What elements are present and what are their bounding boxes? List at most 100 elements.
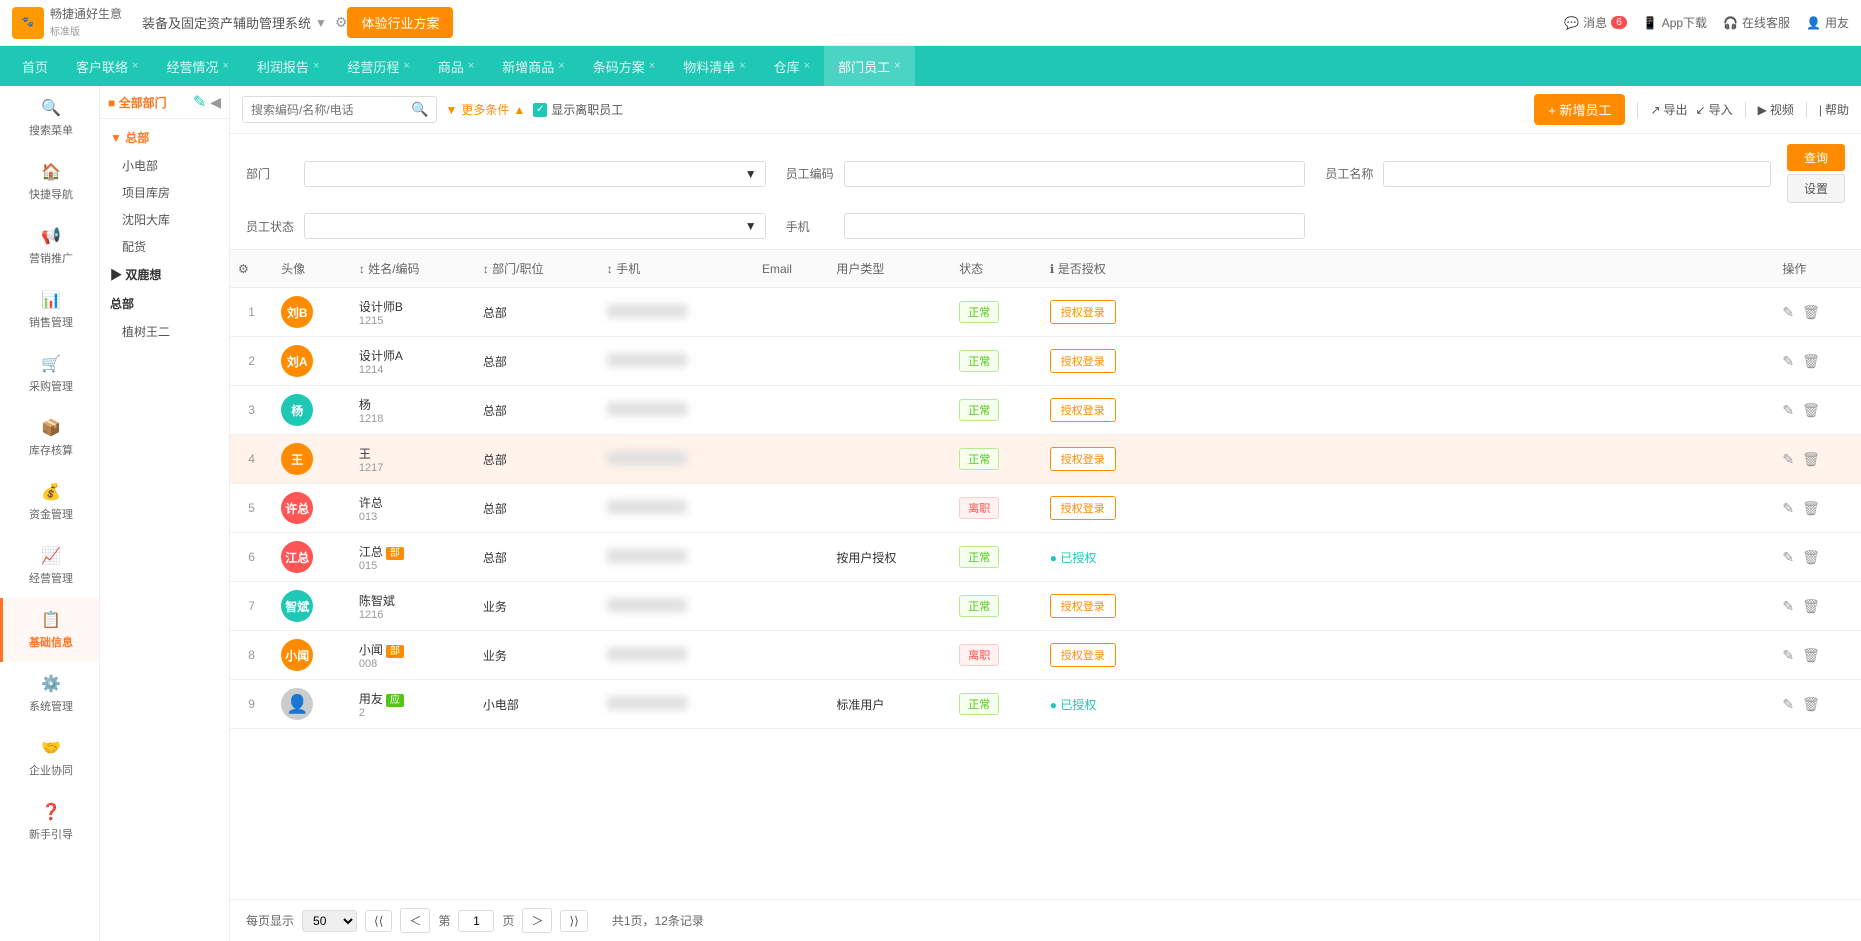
page-number-input[interactable] (458, 910, 494, 932)
edit-icon[interactable]: ✎ (193, 92, 206, 112)
delete-icon[interactable]: 🗑 (1802, 353, 1820, 370)
dept-item-shenyang[interactable]: 沈阳大库 (100, 206, 229, 233)
next-page-button[interactable]: ＞ (522, 908, 552, 933)
dropdown-icon[interactable]: ▼ (315, 16, 327, 30)
app-download-button[interactable]: 📱 App下载 (1643, 14, 1707, 31)
dept-item-zhushuwangsan[interactable]: 植树王二 (100, 318, 229, 345)
tab-goods[interactable]: 商品 × (424, 46, 488, 86)
edit-icon[interactable]: ✎ (1782, 353, 1794, 370)
delete-icon[interactable]: 🗑 (1802, 647, 1820, 664)
close-icon[interactable]: × (649, 60, 655, 72)
tab-employees[interactable]: 部门员工 × (824, 46, 914, 86)
delete-icon[interactable]: 🗑 (1802, 402, 1820, 419)
import-button[interactable]: ↙ 导入 (1696, 101, 1733, 118)
delete-icon[interactable]: 🗑 (1802, 549, 1820, 566)
dept-filter-select[interactable]: ▼ (304, 161, 766, 187)
edit-icon[interactable]: ✎ (1782, 696, 1794, 713)
empstatus-filter-select[interactable]: ▼ (304, 213, 766, 239)
dept-item-xmukufang[interactable]: 项目库房 (100, 179, 229, 206)
nav-operations[interactable]: 📈 经营管理 (0, 534, 99, 598)
empcode-filter-input[interactable] (844, 161, 1306, 187)
close-icon[interactable]: × (403, 60, 409, 72)
query-button[interactable]: 查询 (1787, 144, 1845, 171)
nav-search[interactable]: 🔍 搜索菜单 (0, 86, 99, 150)
nav-marketing[interactable]: 📢 营销推广 (0, 214, 99, 278)
help-button[interactable]: | 帮助 (1819, 101, 1849, 118)
auth-login-button[interactable]: 授权登录 (1050, 643, 1116, 667)
dept-item-headquarters-top[interactable]: ▼ 总部 (100, 123, 229, 152)
delete-icon[interactable]: 🗑 (1802, 500, 1820, 517)
close-icon[interactable]: × (222, 60, 228, 72)
nav-sales[interactable]: 📊 销售管理 (0, 278, 99, 342)
close-icon[interactable]: × (894, 60, 900, 72)
tab-home[interactable]: 首页 (8, 46, 62, 86)
edit-icon[interactable]: ✎ (1782, 598, 1794, 615)
nav-shortcuts[interactable]: 🏠 快捷导航 (0, 150, 99, 214)
nav-basics[interactable]: 📋 基础信息 (0, 598, 99, 662)
nav-purchase[interactable]: 🛒 采购管理 (0, 342, 99, 406)
phone-filter-input[interactable] (844, 213, 1306, 239)
close-icon[interactable]: × (804, 60, 810, 72)
delete-icon[interactable]: 🗑 (1802, 598, 1820, 615)
empname-filter-input[interactable] (1383, 161, 1771, 187)
close-icon[interactable]: × (313, 60, 319, 72)
close-icon[interactable]: × (468, 60, 474, 72)
tab-customer[interactable]: 客户联络 × (62, 46, 152, 86)
close-icon[interactable]: × (739, 60, 745, 72)
dept-item-headquarters[interactable]: 总部 (100, 289, 229, 318)
edit-icon[interactable]: ✎ (1782, 402, 1794, 419)
export-button[interactable]: ↗ 导出 (1650, 101, 1687, 118)
tab-barcode[interactable]: 条码方案 × (579, 46, 669, 86)
delete-icon[interactable]: 🗑 (1802, 696, 1820, 713)
show-resigned-toggle[interactable]: ✓ 显示离职员工 (533, 101, 623, 118)
edit-icon[interactable]: ✎ (1782, 549, 1794, 566)
tab-add-goods[interactable]: 新增商品 × (488, 46, 578, 86)
auth-login-button[interactable]: 授权登录 (1050, 447, 1116, 471)
edit-icon[interactable]: ✎ (1782, 451, 1794, 468)
prev-page-button[interactable]: ＜ (400, 908, 430, 933)
collapse-icon[interactable]: ◀ (210, 94, 221, 111)
auth-login-button[interactable]: 授权登录 (1050, 300, 1116, 324)
close-icon[interactable]: × (132, 60, 138, 72)
delete-icon[interactable]: 🗑 (1802, 304, 1820, 321)
total-records-label: 共1页，12条记录 (612, 912, 704, 929)
online-service-button[interactable]: 🎧 在线客服 (1723, 14, 1790, 31)
reset-button[interactable]: 设置 (1787, 174, 1845, 203)
dept-item-xiaodibu[interactable]: 小电部 (100, 152, 229, 179)
tab-profit[interactable]: 利润报告 × (243, 46, 333, 86)
view-button[interactable]: ▶ 视频 (1758, 101, 1794, 118)
more-filter-button[interactable]: ▼ 更多条件 ▲ (445, 101, 525, 118)
settings-icon[interactable]: ⚙ (335, 14, 348, 31)
try-plan-button[interactable]: 体验行业方案 (347, 7, 453, 38)
nav-finance[interactable]: 💰 资金管理 (0, 470, 99, 534)
tab-bizhistory[interactable]: 经营历程 × (333, 46, 423, 86)
tab-warehouse[interactable]: 仓库 × (760, 46, 824, 86)
page-size-select[interactable]: 50 100 (302, 910, 357, 932)
add-employee-button[interactable]: + 新增员工 (1534, 94, 1625, 125)
search-input[interactable] (251, 103, 411, 117)
nav-system[interactable]: ⚙️ 系统管理 (0, 662, 99, 726)
messages-button[interactable]: 💬 消息 6 (1564, 14, 1627, 31)
nav-inventory[interactable]: 📦 库存核算 (0, 406, 99, 470)
last-page-button[interactable]: ⟩⟩ (560, 910, 587, 932)
auth-login-button[interactable]: 授权登录 (1050, 398, 1116, 422)
all-depts-label[interactable]: ■ 全部部门 (108, 94, 167, 111)
nav-guide[interactable]: ❓ 新手引导 (0, 790, 99, 854)
user-button[interactable]: 👤 用友 (1806, 14, 1849, 31)
dept-item-shuanglu[interactable]: ▶ 双鹿想 (100, 260, 229, 289)
auth-login-button[interactable]: 授权登录 (1050, 349, 1116, 373)
auth-login-button[interactable]: 授权登录 (1050, 594, 1116, 618)
edit-icon[interactable]: ✎ (1782, 304, 1794, 321)
first-page-button[interactable]: ⟨⟨ (365, 910, 392, 932)
search-submit-icon[interactable]: 🔍 (411, 101, 428, 118)
edit-icon[interactable]: ✎ (1782, 647, 1794, 664)
edit-icon[interactable]: ✎ (1782, 500, 1794, 517)
auth-login-button[interactable]: 授权登录 (1050, 496, 1116, 520)
tab-bom[interactable]: 物料清单 × (669, 46, 759, 86)
nav-enterprise[interactable]: 🤝 企业协同 (0, 726, 99, 790)
tab-operations[interactable]: 经营情况 × (152, 46, 242, 86)
settings-col-icon[interactable]: ⚙ (238, 262, 249, 276)
close-icon[interactable]: × (558, 60, 564, 72)
delete-icon[interactable]: 🗑 (1802, 451, 1820, 468)
dept-item-peihuo[interactable]: 配货 (100, 233, 229, 260)
